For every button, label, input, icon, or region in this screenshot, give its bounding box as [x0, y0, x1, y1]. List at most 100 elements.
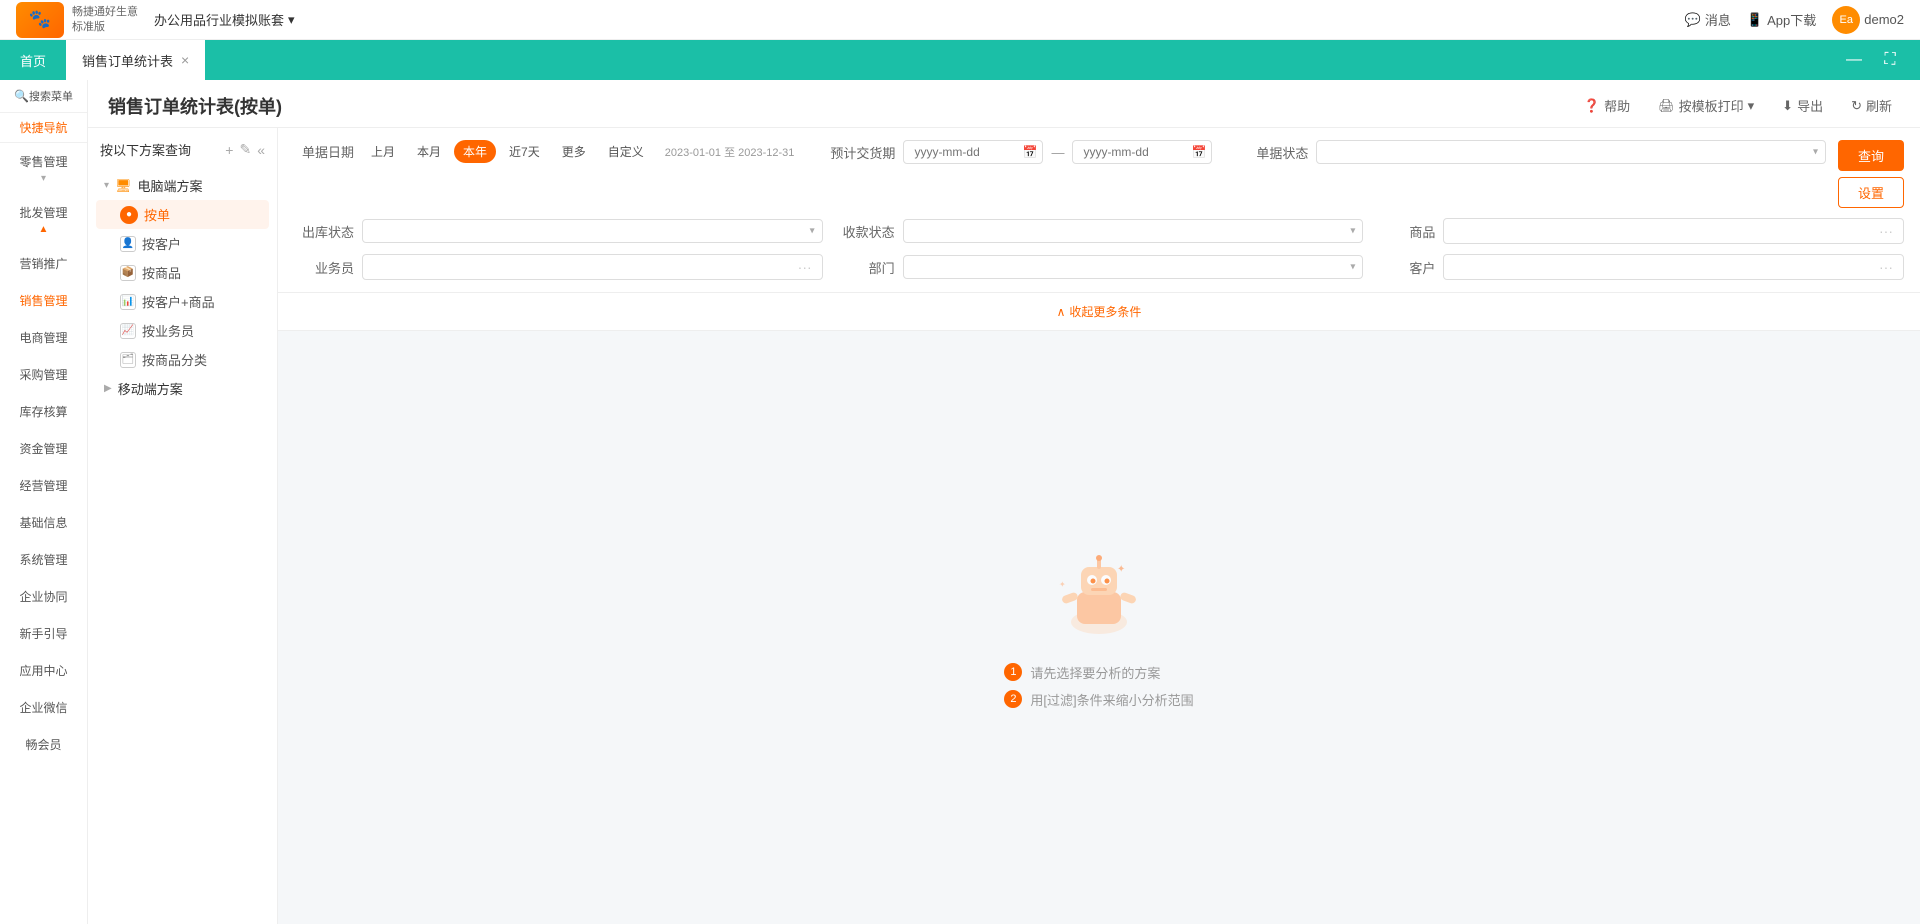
goods-input[interactable]: ···	[1443, 218, 1904, 244]
empty-state: ✦ ✦ 1 请先选择要分析的方案 2 用[过滤]条件来缩小分析范围	[278, 331, 1920, 924]
tree-expand-icon2: ▶	[104, 383, 112, 394]
expected-date-from[interactable]	[903, 140, 1043, 164]
export-btn[interactable]: ⬇ 导出	[1774, 92, 1831, 119]
avatar: Ea	[1832, 6, 1860, 34]
sidebar-item-operations[interactable]: 经营管理	[0, 467, 87, 504]
sidebar-item-inventory[interactable]: 库存核算	[0, 393, 87, 430]
refresh-btn[interactable]: ↻ 刷新	[1843, 92, 1900, 119]
page-title: 销售订单统计表(按单)	[108, 93, 282, 119]
help-icon: ❓	[1584, 98, 1600, 114]
sidebar-item-finance[interactable]: 资金管理	[0, 430, 87, 467]
salesperson-more-icon: ···	[798, 259, 812, 275]
action-buttons: 查询 设置	[1838, 140, 1904, 208]
radio-icon: ●	[120, 206, 138, 224]
topbar-right: 💬 消息 📱 App下载 Ea demo2	[1685, 6, 1904, 34]
preset-more[interactable]: 更多	[553, 140, 595, 163]
sidebar-item-system[interactable]: 系统管理	[0, 541, 87, 578]
sidebar-item-newbie[interactable]: 新手引导	[0, 615, 87, 652]
sidebar-item-purchase[interactable]: 采购管理	[0, 356, 87, 393]
date-filter: 单据日期 上月 本月 本年 近7天 更多 自定义 2023-01-01 至 20…	[294, 140, 794, 163]
preset-this-year[interactable]: 本年	[454, 140, 496, 163]
svg-text:✦: ✦	[1059, 580, 1066, 589]
tabbar: 首页 销售订单统计表 × — ⛶	[0, 40, 1920, 80]
collapse-panel-icon[interactable]: «	[257, 142, 265, 158]
out-status-filter: 出库状态	[294, 219, 823, 243]
workspace-selector[interactable]: 办公用品行业模拟账套 ▾	[146, 6, 303, 33]
customer-more-icon: ···	[1879, 259, 1893, 275]
expected-date-filter: 预计交货期 —	[830, 140, 1212, 164]
header-actions: ❓ 帮助 🖨 按模板打印 ▾ ⬇ 导出 ↻ 刷新	[1576, 92, 1900, 119]
collapse-icon: ∧	[1057, 305, 1066, 319]
chevron-up-icon: ▲	[39, 224, 49, 235]
monitor-icon: 🖥	[115, 178, 132, 194]
window-max-btn[interactable]: ⛶	[1876, 46, 1904, 74]
message-icon: 💬	[1685, 12, 1701, 28]
expected-date-to-wrapper	[1072, 140, 1212, 164]
help-btn[interactable]: ❓ 帮助	[1576, 92, 1638, 119]
filter-row-3: 业务员 ··· 部门	[294, 254, 1904, 280]
scheme-item-按客户[interactable]: 👤 按客户	[96, 229, 269, 258]
svg-text:✦: ✦	[1117, 564, 1125, 575]
chevron-down-icon: ▾	[41, 173, 46, 184]
payment-status-select[interactable]	[903, 219, 1364, 243]
sidebar-item-search[interactable]: 🔍 搜索菜单	[0, 80, 87, 113]
chevron-down-icon: ▾	[1748, 98, 1755, 114]
topbar-left: 🐾 畅捷通好生意 标准版 办公用品行业模拟账套 ▾	[16, 2, 303, 38]
sidebar-item-marketing[interactable]: 营销推广	[0, 245, 87, 282]
preset-custom[interactable]: 自定义	[599, 140, 653, 163]
empty-tip-2: 2 用[过滤]条件来缩小分析范围	[1004, 690, 1193, 709]
preset-this-month[interactable]: 本月	[408, 140, 450, 163]
refresh-icon: ↻	[1851, 98, 1862, 114]
add-scheme-icon[interactable]: +	[225, 142, 233, 158]
app-download-btn[interactable]: 📱 App下载	[1747, 10, 1816, 29]
salesperson-filter: 业务员 ···	[294, 254, 823, 280]
tab-close-icon[interactable]: ×	[181, 52, 189, 68]
panel-header: 按以下方案查询 + ✎ «	[88, 136, 277, 167]
sidebar-item-wechat[interactable]: 企业微信	[0, 689, 87, 726]
combo-icon: 📊	[120, 294, 136, 310]
salesperson-input[interactable]: ···	[362, 254, 823, 280]
sidebar-item-wholesale[interactable]: 批发管理 ▲	[0, 194, 87, 245]
sidebar-item-ecommerce[interactable]: 电商管理	[0, 319, 87, 356]
preset-7days[interactable]: 近7天	[500, 140, 549, 163]
sidebar-item-quicknav[interactable]: 快捷导航	[0, 113, 87, 143]
sidebar-item-member[interactable]: 畅会员	[0, 726, 87, 763]
out-status-select[interactable]	[362, 219, 823, 243]
sidebar-item-retail[interactable]: 零售管理 ▾	[0, 143, 87, 194]
print-btn[interactable]: 🖨 按模板打印 ▾	[1650, 92, 1762, 119]
status-filter: 单据状态	[1248, 140, 1826, 164]
sidebar-item-basic[interactable]: 基础信息	[0, 504, 87, 541]
scheme-item-按商品分类[interactable]: 🗂 按商品分类	[96, 345, 269, 374]
customer-input[interactable]: ···	[1443, 254, 1904, 280]
tab-home[interactable]: 首页	[0, 40, 66, 80]
scheme-item-按单[interactable]: ● 按单	[96, 200, 269, 229]
scheme-item-按客户+商品[interactable]: 📊 按客户+商品	[96, 287, 269, 316]
tree-pc-section[interactable]: ▾ 🖥 电脑端方案	[96, 171, 269, 200]
payment-status-filter: 收款状态	[835, 219, 1364, 243]
robot-svg: ✦ ✦	[1049, 547, 1149, 647]
edit-scheme-icon[interactable]: ✎	[239, 141, 251, 158]
dept-select[interactable]	[903, 255, 1364, 279]
tab-sales-order[interactable]: 销售订单统计表 ×	[66, 40, 205, 80]
expected-date-to[interactable]	[1072, 140, 1212, 164]
sidebar-item-sales[interactable]: 销售管理	[0, 282, 87, 319]
settings-button[interactable]: 设置	[1838, 177, 1904, 208]
date-dash: —	[1051, 145, 1064, 160]
date-presets: 上月 本月 本年 近7天 更多 自定义	[362, 140, 653, 163]
scheme-panel: 按以下方案查询 + ✎ « ▾ 🖥 电脑端方案 ● 按单	[88, 128, 278, 924]
sidebar-item-collab[interactable]: 企业协同	[0, 578, 87, 615]
user-menu[interactable]: Ea demo2	[1832, 6, 1904, 34]
message-btn[interactable]: 💬 消息	[1685, 10, 1731, 29]
query-button[interactable]: 查询	[1838, 140, 1904, 171]
collapse-bar[interactable]: ∧ 收起更多条件	[278, 293, 1920, 331]
tree-mobile-section[interactable]: ▶ 移动端方案	[96, 374, 269, 403]
preset-last-month[interactable]: 上月	[362, 140, 404, 163]
bar-chart-icon: 📈	[120, 323, 136, 339]
date-range-display: 2023-01-01 至 2023-12-31	[665, 144, 795, 160]
window-min-btn[interactable]: —	[1840, 46, 1868, 74]
scheme-item-按商品[interactable]: 📦 按商品	[96, 258, 269, 287]
status-select[interactable]	[1316, 140, 1826, 164]
sidebar-item-appcenter[interactable]: 应用中心	[0, 652, 87, 689]
goods-filter: 商品 ···	[1375, 218, 1904, 244]
scheme-item-按业务员[interactable]: 📈 按业务员	[96, 316, 269, 345]
